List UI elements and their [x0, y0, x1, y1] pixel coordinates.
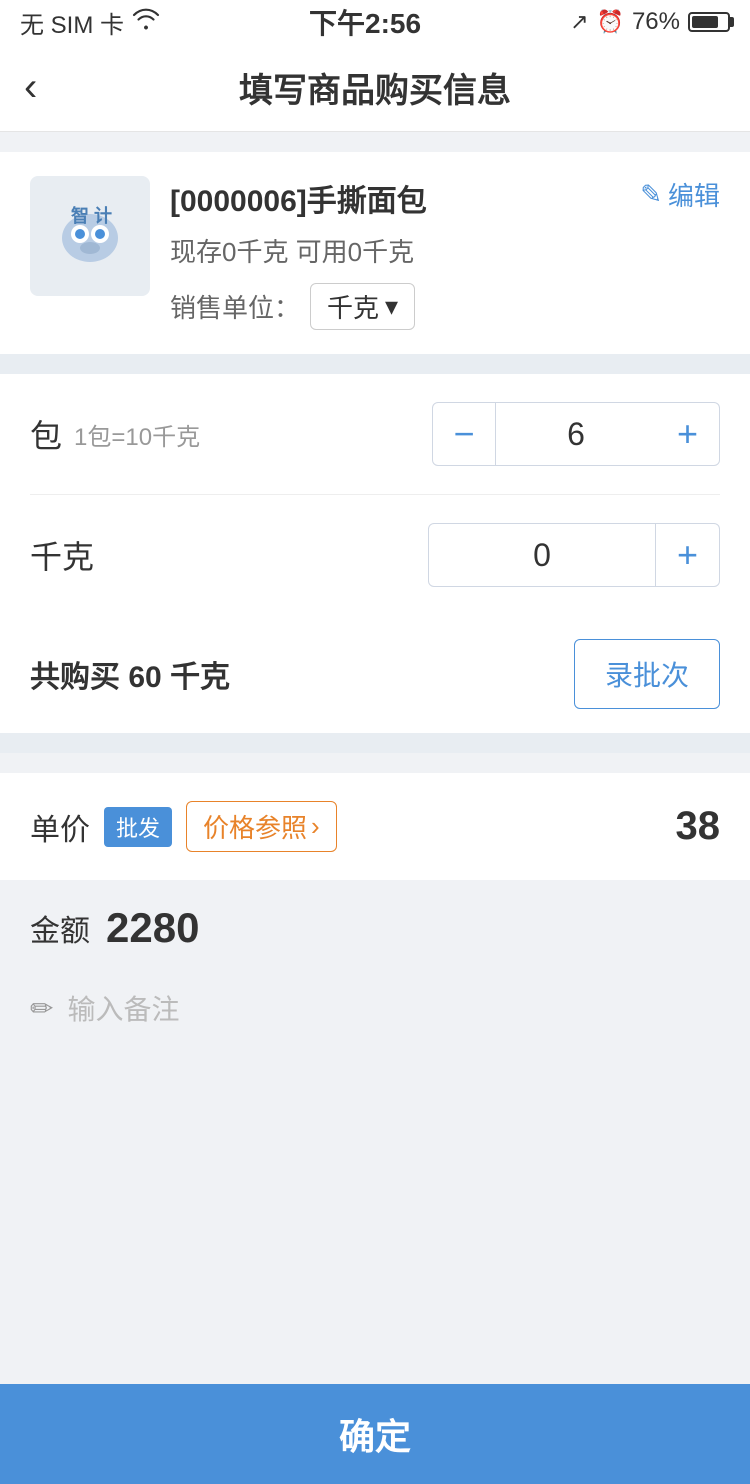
- svg-text:计: 计: [94, 206, 112, 226]
- chevron-down-icon: ▾: [385, 291, 398, 322]
- unit-label: 销售单位：: [170, 288, 300, 325]
- carrier-text: 无 SIM 卡: [20, 5, 124, 40]
- back-button[interactable]: ‹: [24, 65, 37, 110]
- remark-row[interactable]: ✏ 输入备注: [30, 972, 720, 1044]
- input-section: 包 1包=10千克 − + 千克 +: [0, 374, 750, 615]
- kg-input-row: 千克 +: [30, 495, 720, 615]
- product-thumbnail: 智 计: [30, 176, 150, 296]
- unit-value: 千克: [327, 288, 379, 325]
- price-ref-button[interactable]: 价格参照 ›: [186, 801, 337, 852]
- wifi-icon: [132, 8, 160, 37]
- pack-hint: 1包=10千克: [74, 417, 200, 452]
- kg-label: 千克: [30, 532, 94, 578]
- price-row: 单价 批发 价格参照 › 38: [30, 801, 720, 852]
- product-info: [0000006]手撕面包 ✎ 编辑 现存0千克 可用0千克 销售单位： 千克 …: [170, 176, 720, 330]
- price-ref-label: 价格参照: [203, 808, 307, 845]
- price-label: 单价: [30, 805, 90, 849]
- confirm-button[interactable]: 确定: [0, 1384, 750, 1484]
- product-unit-row: 销售单位： 千克 ▾: [170, 283, 720, 330]
- location-icon: ↗: [570, 9, 588, 35]
- pack-decrement-button[interactable]: −: [432, 402, 496, 466]
- total-unit: 千克: [170, 661, 230, 694]
- amount-row: 金额 2280: [30, 904, 720, 952]
- price-section: 单价 批发 价格参照 › 38: [0, 773, 750, 880]
- status-left: 无 SIM 卡: [20, 5, 160, 40]
- amount-label: 金额: [30, 906, 90, 950]
- pack-stepper: − +: [432, 402, 720, 466]
- empty-space: [0, 1044, 750, 1384]
- pack-increment-button[interactable]: +: [656, 402, 720, 466]
- product-card: 智 计 [0000006]手撕面包 ✎ 编辑 现存0千克 可用0千克 销售单位：…: [0, 152, 750, 354]
- remark-placeholder: 输入备注: [67, 988, 179, 1028]
- kg-input[interactable]: [428, 523, 656, 587]
- edit-icon: ✎: [640, 179, 662, 210]
- pack-input[interactable]: [496, 402, 656, 466]
- amount-value: 2280: [106, 904, 199, 952]
- battery-icon: [688, 12, 730, 32]
- svg-text:智: 智: [71, 206, 89, 226]
- separator-2: [0, 733, 750, 753]
- kg-increment-button[interactable]: +: [656, 523, 720, 587]
- chevron-right-icon: ›: [311, 811, 320, 842]
- product-stock: 现存0千克 可用0千克: [170, 232, 720, 269]
- kg-stepper: +: [428, 523, 720, 587]
- pack-label: 包 1包=10千克: [30, 411, 200, 457]
- status-time: 下午2:56: [309, 2, 421, 42]
- pencil-icon: ✏: [30, 992, 53, 1025]
- battery-percent: 76%: [632, 8, 680, 36]
- total-text: 共购买 60 千克: [30, 652, 230, 696]
- edit-button[interactable]: ✎ 编辑: [640, 176, 720, 213]
- separator-1: [0, 354, 750, 374]
- status-right: ↗ ⏰ 76%: [570, 8, 730, 36]
- total-label: 共购买: [30, 661, 120, 694]
- total-row: 共购买 60 千克 录批次: [0, 615, 750, 733]
- batch-button[interactable]: 录批次: [574, 639, 720, 709]
- amount-section: 金额 2280 ✏ 输入备注: [0, 880, 750, 1044]
- price-left: 单价 批发 价格参照 ›: [30, 801, 337, 852]
- alarm-icon: ⏰: [597, 9, 624, 35]
- product-name: [0000006]手撕面包: [170, 176, 427, 220]
- edit-label: 编辑: [668, 176, 720, 213]
- unit-select[interactable]: 千克 ▾: [310, 283, 415, 330]
- pack-input-row: 包 1包=10千克 − +: [30, 374, 720, 495]
- nav-bar: ‹ 填写商品购买信息: [0, 44, 750, 132]
- price-value: 38: [676, 804, 721, 849]
- page-title: 填写商品购买信息: [239, 63, 511, 112]
- price-tag: 批发: [104, 807, 172, 847]
- total-amount: 60: [128, 661, 161, 694]
- status-bar: 无 SIM 卡 下午2:56 ↗ ⏰ 76%: [0, 0, 750, 44]
